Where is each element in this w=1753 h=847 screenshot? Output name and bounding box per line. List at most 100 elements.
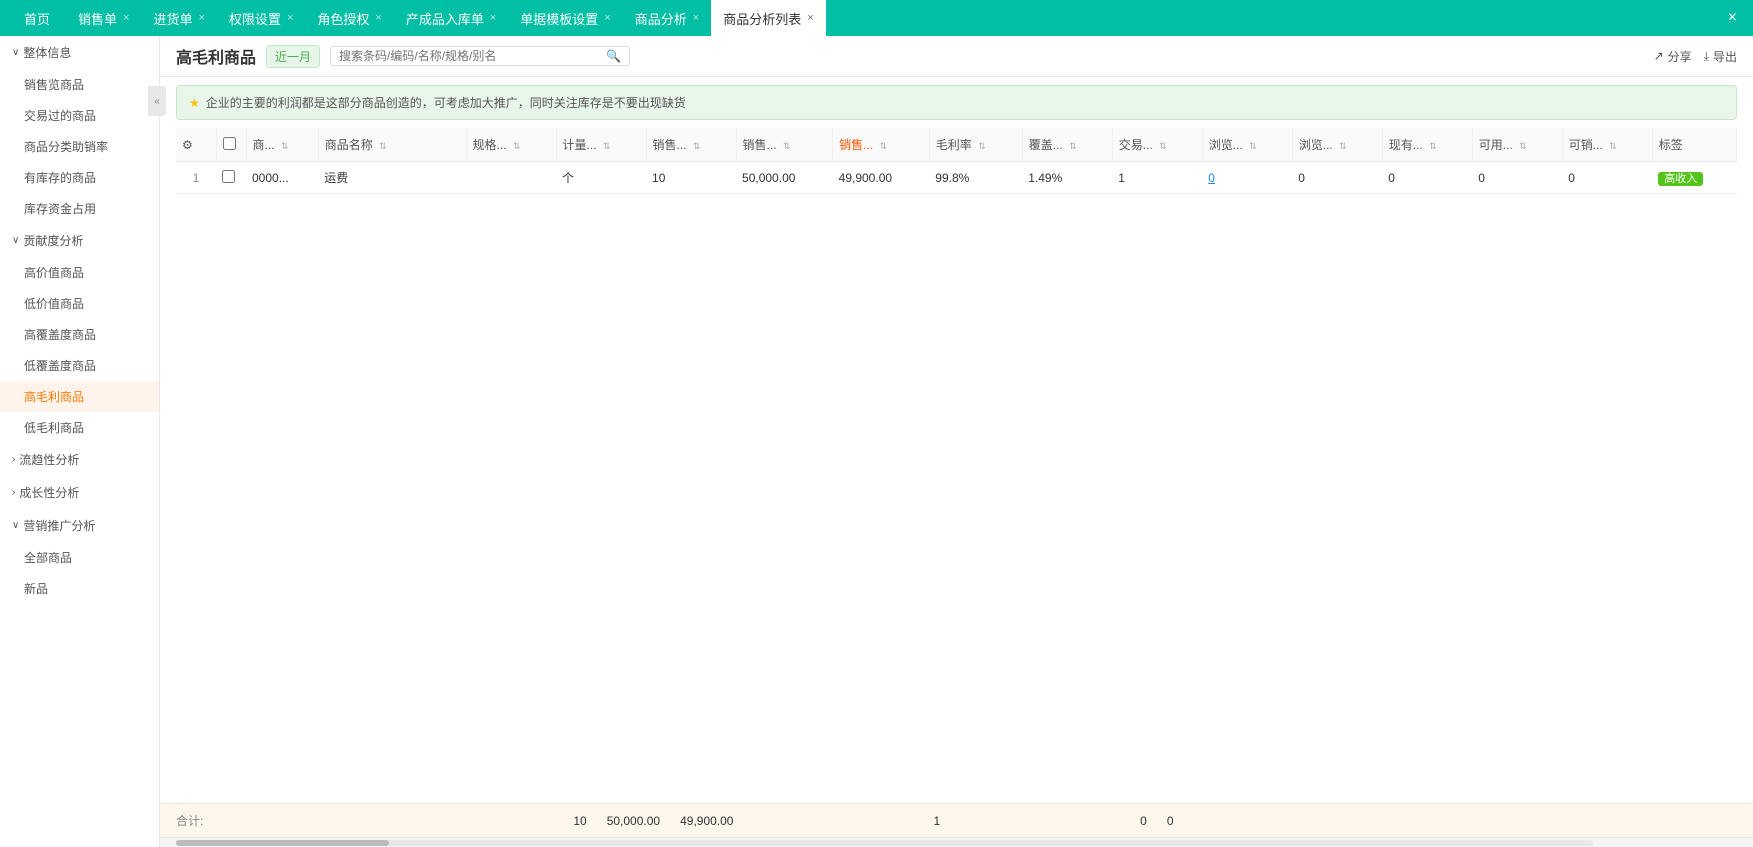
info-icon: ★	[189, 96, 200, 110]
arrow-growth: ›	[12, 487, 15, 498]
cell-sales-qty: 10	[646, 162, 736, 194]
select-all-checkbox[interactable]	[223, 137, 236, 150]
sidebar-section-contribution[interactable]: ∨ 贡献度分析	[0, 224, 159, 257]
arrow-marketing: ∨	[12, 520, 19, 531]
search-icon[interactable]: 🔍	[606, 49, 621, 63]
col-current-stock[interactable]: 现有... ⇅	[1382, 128, 1472, 162]
sidebar-section-growth[interactable]: › 成长性分析	[0, 476, 159, 509]
sidebar-item-sales-view[interactable]: 销售览商品	[0, 69, 159, 100]
sidebar-item-category-rate[interactable]: 商品分类助销率	[0, 131, 159, 162]
col-sellable-stock[interactable]: 可销... ⇅	[1562, 128, 1652, 162]
sidebar-item-low-margin[interactable]: 低毛利商品	[0, 412, 159, 443]
col-sales-qty[interactable]: 销售... ⇅	[646, 128, 736, 162]
footer-available-stock: 0	[1167, 814, 1174, 828]
col-code[interactable]: 商... ⇅	[246, 128, 318, 162]
sidebar-item-all-products[interactable]: 全部商品	[0, 542, 159, 573]
col-name[interactable]: 商品名称 ⇅	[318, 128, 466, 162]
nav-tab-analysis-list[interactable]: 商品分析列表 ×	[711, 0, 825, 36]
nav-tab-stock-in[interactable]: 产成品入库单 ×	[394, 0, 508, 36]
col-view2[interactable]: 浏览... ⇅	[1292, 128, 1382, 162]
col-view1[interactable]: 浏览... ⇅	[1202, 128, 1292, 162]
col-unit[interactable]: 计量... ⇅	[556, 128, 646, 162]
nav-home[interactable]: 首页	[8, 0, 66, 36]
close-tab-stock-in[interactable]: ×	[490, 12, 496, 24]
export-btn[interactable]: ⤓ 导出	[1704, 48, 1737, 65]
sidebar-item-capital[interactable]: 库存资金占用	[0, 193, 159, 224]
cell-num: 1	[176, 162, 216, 194]
sidebar-section-general[interactable]: ∨ 整体信息	[0, 36, 159, 69]
sidebar-item-low-coverage[interactable]: 低覆盖度商品	[0, 350, 159, 381]
search-box: 🔍	[330, 46, 630, 66]
sidebar-item-high-margin[interactable]: 高毛利商品	[0, 381, 159, 412]
col-settings[interactable]: ⚙	[176, 128, 216, 162]
col-spec[interactable]: 规格... ⇅	[466, 128, 556, 162]
share-icon: ↗	[1654, 49, 1664, 63]
close-tab-sales[interactable]: ×	[123, 12, 129, 24]
cell-code: 0000...	[246, 162, 318, 194]
nav-tab-roles[interactable]: 角色授权 ×	[305, 0, 393, 36]
sidebar-section-marketing[interactable]: ∨ 营销推广分析	[0, 509, 159, 542]
cell-sellable-stock: 0	[1562, 162, 1652, 194]
col-gross-margin[interactable]: 毛利率 ⇅	[929, 128, 1022, 162]
close-tab-analysis-list[interactable]: ×	[807, 12, 813, 24]
sidebar-section-trend[interactable]: › 流趋性分析	[0, 443, 159, 476]
footer-sales-qty: 10	[573, 814, 586, 828]
filter-recent-month-btn[interactable]: 近一月	[266, 45, 320, 68]
close-window-btn[interactable]: ×	[1720, 9, 1745, 27]
sort-code-icon: ⇅	[281, 141, 289, 151]
nav-right: ×	[1720, 9, 1745, 27]
close-tab-purchase[interactable]: ×	[198, 12, 204, 24]
search-input[interactable]	[339, 49, 606, 63]
cell-view1[interactable]: 0	[1202, 162, 1292, 194]
cell-view2: 0	[1292, 162, 1382, 194]
sort-sellable-stock-icon: ⇅	[1609, 141, 1617, 151]
sidebar-item-traded[interactable]: 交易过的商品	[0, 100, 159, 131]
col-sales-amount[interactable]: 销售... ⇅	[736, 128, 833, 162]
sidebar-collapse-btn[interactable]: «	[148, 86, 166, 116]
col-coverage[interactable]: 覆盖... ⇅	[1022, 128, 1112, 162]
sort-sales-net-icon: ⇅	[880, 141, 888, 151]
cell-tag: 高收入	[1652, 162, 1736, 194]
cell-gross-margin: 99.8%	[929, 162, 1022, 194]
info-banner: ★ 企业的主要的利润都是这部分商品创造的，可考虑加大推广，同时关注库存是不要出现…	[176, 85, 1737, 120]
scrollbar-track	[176, 840, 1593, 846]
cell-checkbox[interactable]	[216, 162, 246, 194]
close-tab-template[interactable]: ×	[604, 12, 610, 24]
sort-view2-icon: ⇅	[1339, 141, 1347, 151]
export-icon: ⤓	[1704, 49, 1709, 64]
cell-current-stock: 0	[1382, 162, 1472, 194]
col-checkbox[interactable]	[216, 128, 246, 162]
close-tab-roles[interactable]: ×	[375, 12, 381, 24]
footer-current-stock: 0	[1140, 814, 1147, 828]
cell-available-stock: 0	[1472, 162, 1562, 194]
nav-tab-template[interactable]: 单据模板设置 ×	[508, 0, 622, 36]
nav-tab-analysis[interactable]: 商品分析 ×	[623, 0, 711, 36]
sort-unit-icon: ⇅	[603, 141, 611, 151]
col-transactions[interactable]: 交易... ⇅	[1112, 128, 1202, 162]
sidebar-item-in-stock[interactable]: 有库存的商品	[0, 162, 159, 193]
product-table: ⚙ 商... ⇅ 商品名称 ⇅	[176, 128, 1737, 194]
share-btn[interactable]: ↗ 分享	[1654, 48, 1692, 65]
tag-badge: 高收入	[1658, 172, 1703, 186]
horizontal-scrollbar[interactable]	[160, 837, 1753, 847]
cell-transactions: 1	[1112, 162, 1202, 194]
sort-sales-amount-icon: ⇅	[783, 141, 791, 151]
table-footer: 合计: 10 50,000.00 49,900.00 1 0 0	[160, 803, 1753, 837]
col-tag[interactable]: 标签	[1652, 128, 1736, 162]
col-available-stock[interactable]: 可用... ⇅	[1472, 128, 1562, 162]
nav-tab-purchase[interactable]: 进货单 ×	[141, 0, 216, 36]
sidebar-item-high-value[interactable]: 高价值商品	[0, 257, 159, 288]
sidebar-item-high-coverage[interactable]: 高覆盖度商品	[0, 319, 159, 350]
nav-tab-permissions[interactable]: 权限设置 ×	[217, 0, 305, 36]
arrow-trend: ›	[12, 454, 15, 465]
nav-tab-sales[interactable]: 销售单 ×	[66, 0, 141, 36]
cell-spec	[466, 162, 556, 194]
arrow-contribution: ∨	[12, 235, 19, 246]
col-sales-net[interactable]: 销售... ⇅	[833, 128, 930, 162]
close-tab-permissions[interactable]: ×	[287, 12, 293, 24]
sidebar-item-new-products[interactable]: 新品	[0, 573, 159, 604]
sidebar-item-low-value[interactable]: 低价值商品	[0, 288, 159, 319]
row-checkbox[interactable]	[222, 170, 235, 183]
close-tab-analysis[interactable]: ×	[693, 12, 699, 24]
table-wrapper: ⚙ 商... ⇅ 商品名称 ⇅	[160, 128, 1753, 803]
